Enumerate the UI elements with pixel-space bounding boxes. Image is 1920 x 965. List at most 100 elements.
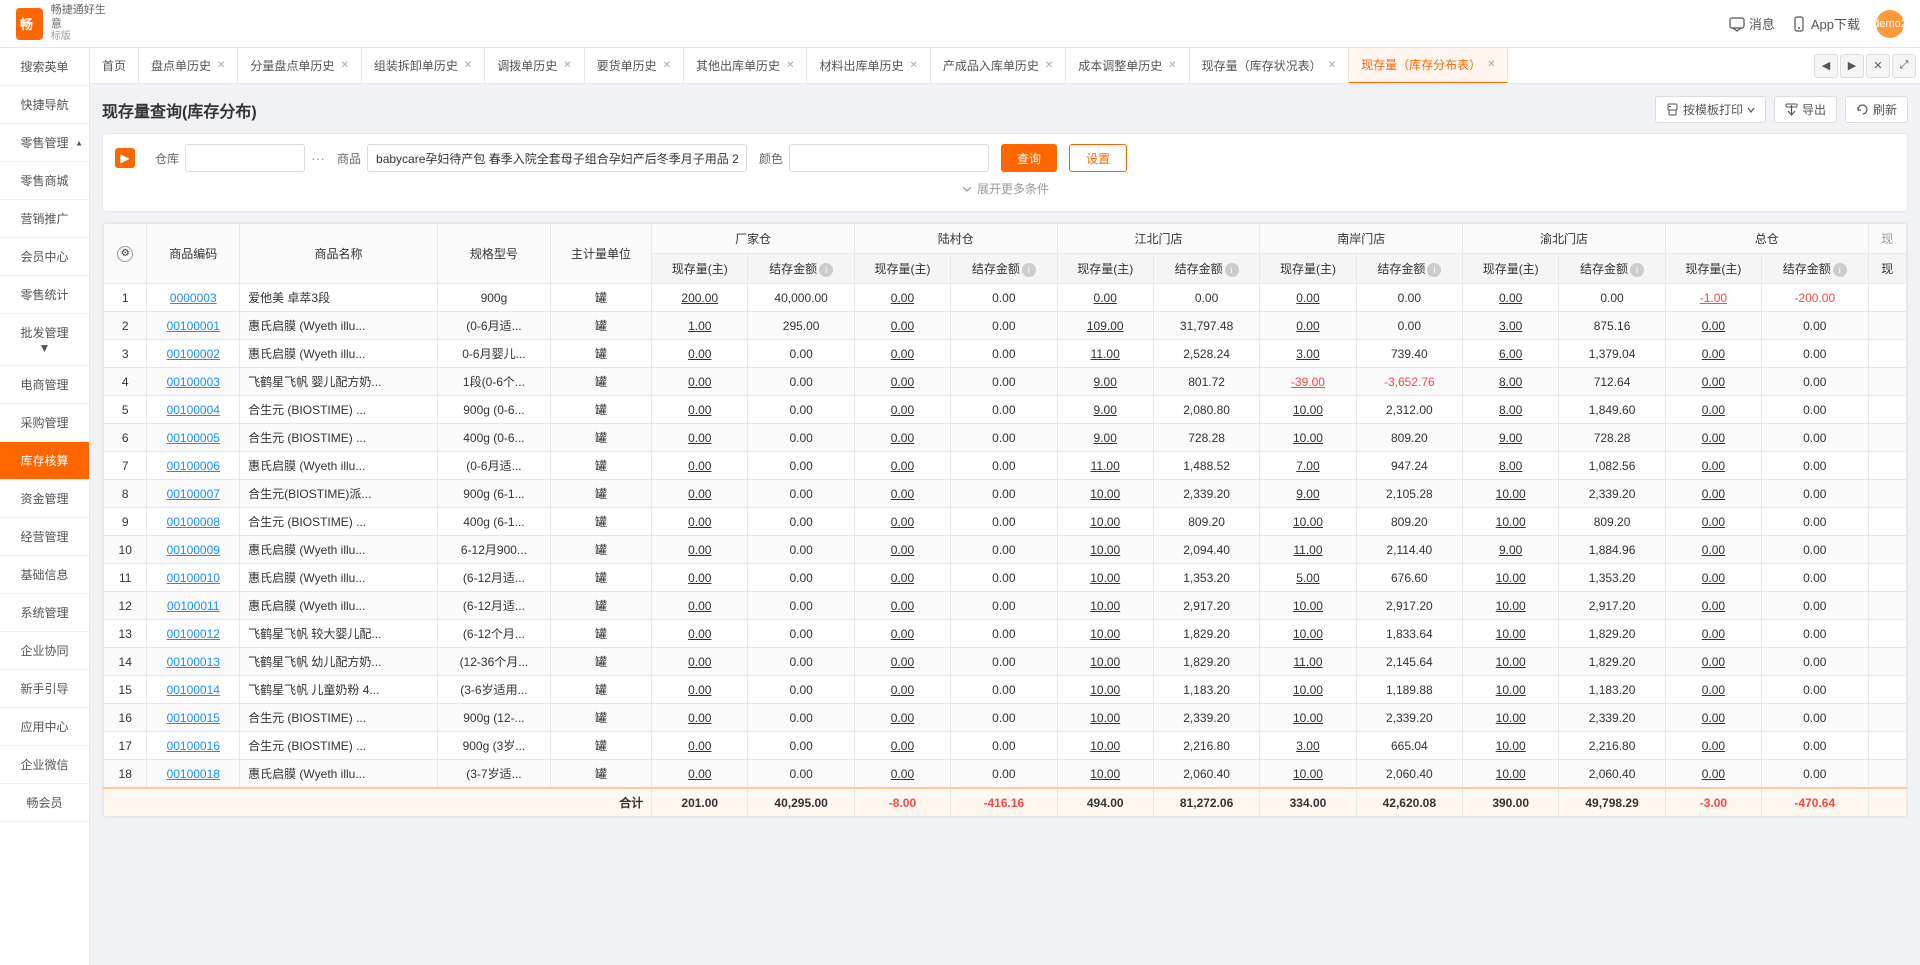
row-w1-qty[interactable]: 0.00: [652, 732, 748, 760]
row-w1-qty[interactable]: 1.00: [652, 312, 748, 340]
tab-close-transfer[interactable]: ✕: [563, 60, 571, 71]
tab-close-all-btn[interactable]: ✕: [1866, 54, 1890, 78]
row-w1-qty[interactable]: 0.00: [652, 592, 748, 620]
row-code[interactable]: 00100014: [147, 676, 240, 704]
row-w3-qty[interactable]: 9.00: [1057, 368, 1153, 396]
row-w1-qty[interactable]: 0.00: [652, 536, 748, 564]
row-w1-qty[interactable]: 0.00: [652, 704, 748, 732]
row-code[interactable]: 00100003: [147, 368, 240, 396]
row-total-qty[interactable]: 0.00: [1665, 592, 1761, 620]
row-w5-qty[interactable]: 9.00: [1463, 536, 1559, 564]
row-total-qty[interactable]: 0.00: [1665, 368, 1761, 396]
row-w1-qty[interactable]: 0.00: [652, 508, 748, 536]
row-total-qty[interactable]: 0.00: [1665, 452, 1761, 480]
row-w1-qty[interactable]: 0.00: [652, 368, 748, 396]
sidebar-item-corp-wechat[interactable]: 企业微信: [0, 746, 89, 784]
row-w1-qty[interactable]: 0.00: [652, 620, 748, 648]
row-w3-qty[interactable]: 0.00: [1057, 284, 1153, 312]
search-btn[interactable]: 查询: [1001, 144, 1057, 172]
row-w5-qty[interactable]: 10.00: [1463, 508, 1559, 536]
filter-collapse-btn[interactable]: ▶: [115, 148, 135, 168]
sidebar-item-retail-stats[interactable]: 零售统计: [0, 276, 89, 314]
row-total-qty[interactable]: 0.00: [1665, 704, 1761, 732]
sidebar-item-nav[interactable]: 快捷导航: [0, 86, 89, 124]
row-w5-qty[interactable]: 9.00: [1463, 424, 1559, 452]
row-w1-qty[interactable]: 0.00: [652, 452, 748, 480]
row-w5-qty[interactable]: 6.00: [1463, 340, 1559, 368]
row-w3-qty[interactable]: 10.00: [1057, 564, 1153, 592]
row-w2-qty[interactable]: 0.00: [854, 648, 950, 676]
app-download-btn[interactable]: App下载: [1791, 14, 1860, 33]
row-w2-qty[interactable]: 0.00: [854, 732, 950, 760]
export-btn[interactable]: 导出: [1774, 96, 1837, 123]
row-w1-qty[interactable]: 0.00: [652, 340, 748, 368]
row-code[interactable]: 00100013: [147, 648, 240, 676]
row-total-qty[interactable]: 0.00: [1665, 676, 1761, 704]
tab-close-product-in[interactable]: ✕: [1045, 60, 1053, 71]
tab-close-cost-adjust[interactable]: ✕: [1168, 60, 1176, 71]
row-w4-qty[interactable]: 10.00: [1260, 508, 1356, 536]
row-w3-qty[interactable]: 9.00: [1057, 396, 1153, 424]
w5-amt-info-icon[interactable]: i: [1630, 263, 1644, 277]
row-code[interactable]: 00100009: [147, 536, 240, 564]
row-w2-qty[interactable]: 0.00: [854, 424, 950, 452]
row-w2-qty[interactable]: 0.00: [854, 480, 950, 508]
row-w4-qty[interactable]: 11.00: [1260, 536, 1356, 564]
tab-group-disassemble[interactable]: 组装拆卸单历史 ✕: [362, 48, 485, 84]
row-code[interactable]: 0000003: [147, 284, 240, 312]
tab-close-other-out[interactable]: ✕: [786, 60, 794, 71]
row-w3-qty[interactable]: 10.00: [1057, 704, 1153, 732]
row-w5-qty[interactable]: 10.00: [1463, 592, 1559, 620]
tab-order-history[interactable]: 要货单历史 ✕: [585, 48, 684, 84]
messages-btn[interactable]: 消息: [1729, 14, 1775, 33]
row-w4-qty[interactable]: 10.00: [1260, 424, 1356, 452]
row-w3-qty[interactable]: 10.00: [1057, 620, 1153, 648]
row-w2-qty[interactable]: 0.00: [854, 536, 950, 564]
row-w3-qty[interactable]: 10.00: [1057, 760, 1153, 789]
row-w3-qty[interactable]: 10.00: [1057, 508, 1153, 536]
row-w5-qty[interactable]: 8.00: [1463, 452, 1559, 480]
tab-other-out[interactable]: 其他出库单历史 ✕: [684, 48, 807, 84]
row-total-qty[interactable]: 0.00: [1665, 340, 1761, 368]
row-w5-qty[interactable]: 10.00: [1463, 480, 1559, 508]
tab-spot-sub-history[interactable]: 分量盘点单历史 ✕: [238, 48, 361, 84]
sidebar-item-system[interactable]: 系统管理: [0, 594, 89, 632]
row-w4-qty[interactable]: 3.00: [1260, 732, 1356, 760]
row-w5-qty[interactable]: 3.00: [1463, 312, 1559, 340]
row-w4-qty[interactable]: 10.00: [1260, 760, 1356, 789]
tab-spot-history[interactable]: 盘点单历史 ✕: [139, 48, 238, 84]
w2-amt-info-icon[interactable]: i: [1022, 263, 1036, 277]
row-w5-qty[interactable]: 10.00: [1463, 732, 1559, 760]
row-w2-qty[interactable]: 0.00: [854, 396, 950, 424]
sidebar-item-retail-mgmt[interactable]: 零售管理: [0, 124, 89, 162]
sidebar-item-ecommerce[interactable]: 电商管理: [0, 366, 89, 404]
row-w4-qty[interactable]: 10.00: [1260, 676, 1356, 704]
row-code[interactable]: 00100006: [147, 452, 240, 480]
sidebar-item-purchase[interactable]: 采购管理: [0, 404, 89, 442]
row-w1-qty[interactable]: 0.00: [652, 648, 748, 676]
row-code[interactable]: 00100005: [147, 424, 240, 452]
sidebar-item-guide[interactable]: 新手引导: [0, 670, 89, 708]
sidebar-item-marketing[interactable]: 营销推广: [0, 200, 89, 238]
row-total-qty[interactable]: 0.00: [1665, 564, 1761, 592]
row-w3-qty[interactable]: 11.00: [1057, 452, 1153, 480]
row-code[interactable]: 00100004: [147, 396, 240, 424]
row-total-qty[interactable]: 0.00: [1665, 396, 1761, 424]
warehouse-input[interactable]: [185, 144, 305, 172]
row-w4-qty[interactable]: 5.00: [1260, 564, 1356, 592]
row-w4-qty[interactable]: 10.00: [1260, 620, 1356, 648]
row-w1-qty[interactable]: 0.00: [652, 424, 748, 452]
row-code[interactable]: 00100018: [147, 760, 240, 789]
col-gear[interactable]: ⚙: [104, 224, 147, 284]
row-w5-qty[interactable]: 10.00: [1463, 564, 1559, 592]
tab-home[interactable]: 首页: [90, 48, 139, 84]
table-settings-icon[interactable]: ⚙: [117, 246, 133, 262]
row-w3-qty[interactable]: 10.00: [1057, 732, 1153, 760]
row-w2-qty[interactable]: 0.00: [854, 312, 950, 340]
row-w3-qty[interactable]: 10.00: [1057, 648, 1153, 676]
sidebar-item-app-center[interactable]: 应用中心: [0, 708, 89, 746]
row-w4-qty[interactable]: 11.00: [1260, 648, 1356, 676]
row-w4-qty[interactable]: 10.00: [1260, 396, 1356, 424]
row-w5-qty[interactable]: 10.00: [1463, 704, 1559, 732]
row-w4-qty[interactable]: -39.00: [1260, 368, 1356, 396]
